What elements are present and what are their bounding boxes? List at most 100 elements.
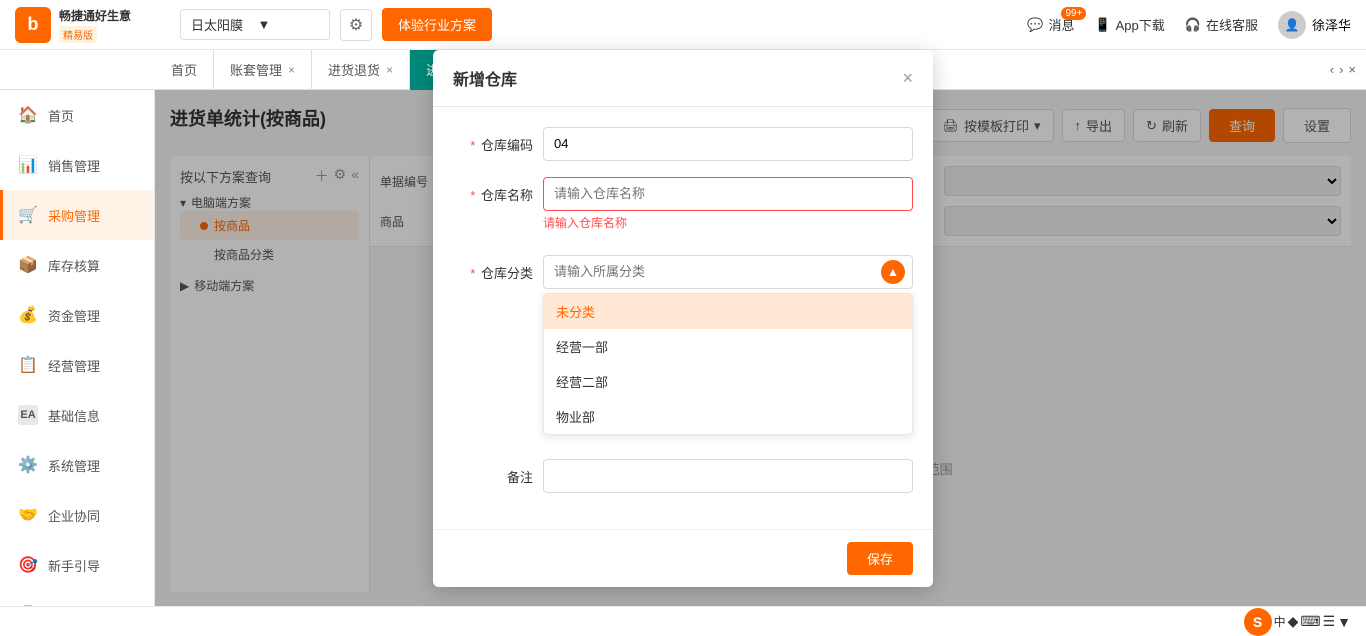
sidebar-item-operations[interactable]: 📋 经营管理: [0, 340, 154, 390]
message-badge: 99+: [1061, 7, 1086, 20]
sidebar-item-collab[interactable]: 🤝 企业协同: [0, 490, 154, 540]
required-star-code: *: [470, 138, 475, 153]
warehouse-name-error: 请输入仓库名称: [543, 214, 913, 231]
required-star-category: *: [470, 266, 475, 281]
sidebar-item-basic-info[interactable]: EA 基础信息: [0, 390, 154, 440]
sidebar-item-home-label: 首页: [48, 106, 74, 125]
sidebar-item-purchase[interactable]: 🛒 采购管理: [0, 190, 154, 240]
tab-controls: ‹ › ×: [1330, 62, 1366, 77]
required-star-name: *: [470, 188, 475, 203]
purchase-icon: 🛒: [18, 205, 38, 225]
settings-button[interactable]: ⚙: [340, 9, 372, 41]
user-name: 徐泽华: [1312, 15, 1351, 34]
system-icon: ⚙️: [18, 455, 38, 475]
logo-badge: 精易版: [59, 26, 97, 43]
online-service-label: 在线客服: [1206, 15, 1258, 34]
sidebar-item-system-label: 系统管理: [48, 456, 100, 475]
chevron-down-icon: ▼: [258, 17, 320, 32]
status-bar: S 中 ◆ ⌨ ☰ ▼: [0, 606, 1366, 636]
status-zh-icon: 中: [1274, 613, 1286, 630]
sidebar-item-purchase-label: 采购管理: [48, 206, 100, 225]
finance-icon: 💰: [18, 305, 38, 325]
sidebar-item-sales[interactable]: 📊 销售管理: [0, 140, 154, 190]
modal-body: * 仓库编码 * 仓库名称 请输入仓库名称: [433, 107, 933, 529]
sidebar-item-basic-info-label: 基础信息: [48, 406, 100, 425]
sidebar-item-finance[interactable]: 💰 资金管理: [0, 290, 154, 340]
warehouse-notes-row: 备注: [453, 459, 913, 493]
sidebar-item-inventory[interactable]: 📦 库存核算: [0, 240, 154, 290]
tab-nav-left[interactable]: ‹: [1330, 62, 1334, 77]
headphone-icon: 🎧: [1185, 17, 1201, 33]
warehouse-name-label: * 仓库名称: [453, 177, 543, 204]
tab-purchase-return[interactable]: 进货退货 ×: [312, 50, 410, 90]
warehouse-code-row: * 仓库编码: [453, 127, 913, 161]
tab-accounts-label: 账套管理: [230, 60, 282, 79]
dropdown-item-dept2[interactable]: 经营二部: [544, 364, 912, 399]
new-warehouse-modal: 新增仓库 × * 仓库编码 * 仓库名称: [433, 50, 933, 587]
sidebar-item-guide-label: 新手引导: [48, 556, 100, 575]
app-download-label: App下载: [1116, 15, 1165, 34]
status-menu-icon: ☰: [1323, 613, 1336, 630]
app-download-button[interactable]: 📱 App下载: [1094, 15, 1164, 34]
store-name: 日太阳膜: [191, 15, 253, 34]
logo-name: 畅捷通好生意: [59, 7, 131, 24]
category-arrow-icon[interactable]: ▲: [881, 260, 905, 284]
online-service-button[interactable]: 🎧 在线客服: [1185, 15, 1258, 34]
tab-purchase-return-close[interactable]: ×: [386, 63, 393, 77]
warehouse-category-wrapper: ▲ 未分类 经营一部 经营二部 物业部: [543, 255, 913, 289]
sidebar-item-home[interactable]: 🏠 首页: [0, 90, 154, 140]
basic-info-icon: EA: [18, 405, 38, 425]
tab-purchase-return-label: 进货退货: [328, 60, 380, 79]
tab-accounts[interactable]: 账套管理 ×: [214, 50, 312, 90]
sidebar-item-system[interactable]: ⚙️ 系统管理: [0, 440, 154, 490]
modal-close-button[interactable]: ×: [902, 69, 913, 87]
dropdown-item-dept1[interactable]: 经营一部: [544, 329, 912, 364]
message-icon: 💬: [1027, 17, 1043, 33]
tab-home[interactable]: 首页: [155, 50, 214, 90]
category-dropdown: 未分类 经营一部 经营二部 物业部: [543, 293, 913, 435]
sidebar-item-operations-label: 经营管理: [48, 356, 100, 375]
status-down-icon: ▼: [1337, 614, 1351, 630]
logo-icon: b: [15, 7, 51, 43]
dropdown-item-uncategorized[interactable]: 未分类: [544, 294, 912, 329]
tab-close-all[interactable]: ×: [1348, 62, 1356, 77]
warehouse-category-input[interactable]: [543, 255, 913, 289]
warehouse-notes-input[interactable]: [543, 459, 913, 493]
avatar: 👤: [1278, 11, 1306, 39]
sidebar-item-finance-label: 资金管理: [48, 306, 100, 325]
top-header: b 畅捷通好生意 精易版 日太阳膜 ▼ ⚙ 体验行业方案 💬 消息 99+ 📱 …: [0, 0, 1366, 50]
status-keyboard-icon: ⌨: [1300, 613, 1320, 630]
sidebar-item-guide[interactable]: 🎯 新手引导: [0, 540, 154, 590]
store-selector[interactable]: 日太阳膜 ▼: [180, 9, 330, 40]
collab-icon: 🤝: [18, 505, 38, 525]
sidebar-item-sales-label: 销售管理: [48, 156, 100, 175]
status-diamond-icon: ◆: [1288, 613, 1299, 630]
warehouse-code-input[interactable]: [543, 127, 913, 161]
user-avatar-area[interactable]: 👤 徐泽华: [1278, 11, 1351, 39]
operations-icon: 📋: [18, 355, 38, 375]
warehouse-name-input[interactable]: [543, 177, 913, 211]
warehouse-name-wrapper: 请输入仓库名称: [543, 177, 913, 231]
trial-button[interactable]: 体验行业方案: [382, 8, 492, 41]
sidebar-item-inventory-label: 库存核算: [48, 256, 100, 275]
warehouse-notes-label: 备注: [453, 459, 543, 486]
inventory-icon: 📦: [18, 255, 38, 275]
warehouse-code-label: * 仓库编码: [453, 127, 543, 154]
logo-area: b 畅捷通好生意 精易版: [15, 7, 170, 43]
warehouse-category-label: * 仓库分类: [453, 255, 543, 282]
dropdown-item-property[interactable]: 物业部: [544, 399, 912, 434]
sidebar: 🏠 首页 📊 销售管理 🛒 采购管理 📦 库存核算 💰 资金管理 📋 经: [0, 90, 155, 636]
tab-home-label: 首页: [171, 60, 197, 79]
modal-title: 新增仓库: [453, 66, 517, 90]
modal-footer: 保存: [433, 529, 933, 587]
guide-icon: 🎯: [18, 555, 38, 575]
warehouse-category-row: * 仓库分类 ▲ 未分类 经营一部 经营二部 物业部: [453, 255, 913, 289]
tab-accounts-close[interactable]: ×: [288, 63, 295, 77]
modal-header: 新增仓库 ×: [433, 50, 933, 107]
tab-nav-right[interactable]: ›: [1339, 62, 1343, 77]
phone-icon: 📱: [1094, 17, 1110, 33]
logo-text: 畅捷通好生意 精易版: [59, 7, 131, 43]
home-icon: 🏠: [18, 105, 38, 125]
message-button[interactable]: 💬 消息 99+: [1027, 15, 1074, 34]
modal-save-button[interactable]: 保存: [847, 542, 913, 575]
